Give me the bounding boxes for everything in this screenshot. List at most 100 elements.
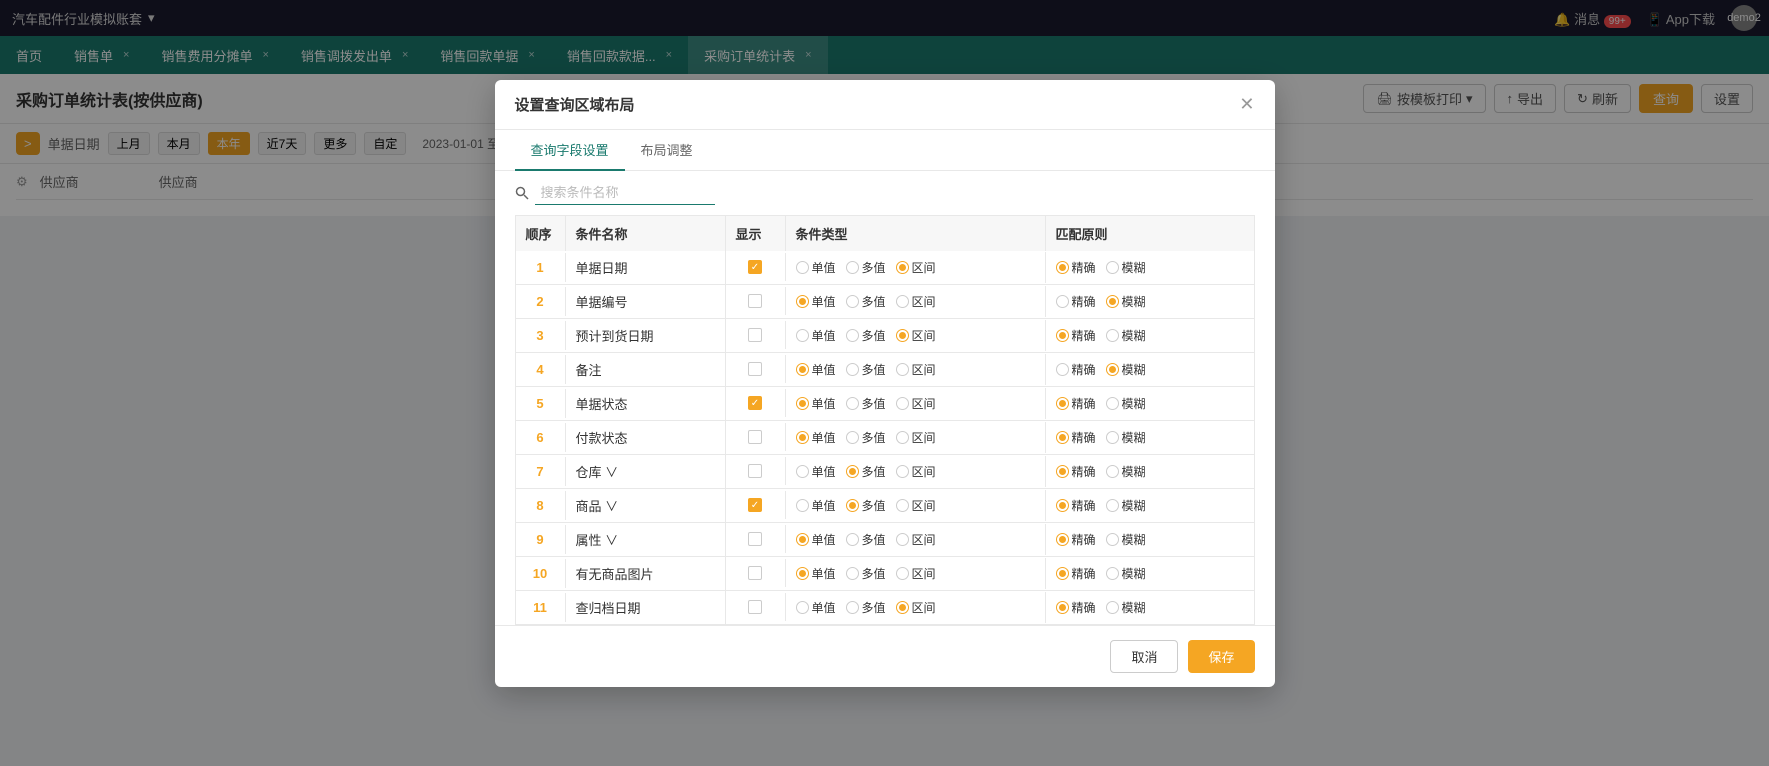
cell-show[interactable] [726,287,786,315]
radio-exact[interactable]: 精确 [1056,463,1096,480]
radio-multi[interactable]: 多值 [846,361,886,378]
radio-fuzzy[interactable]: 模糊 [1106,599,1146,616]
radio-multi[interactable]: 多值 [846,293,886,310]
cell-show[interactable] [726,457,786,485]
radio-single[interactable]: 单值 [796,361,836,378]
show-checkbox[interactable] [748,362,762,376]
tab-layout-adjust[interactable]: 布局调整 [625,130,709,171]
radio-circle-range[interactable] [896,431,909,444]
radio-circle-range[interactable] [896,533,909,546]
radio-circle-multi[interactable] [846,329,859,342]
radio-exact[interactable]: 精确 [1056,327,1096,344]
save-button[interactable]: 保存 [1188,640,1254,673]
show-checkbox[interactable] [748,464,762,478]
radio-circle-single[interactable] [796,431,809,444]
radio-circle-fuzzy[interactable] [1106,295,1119,308]
show-checkbox[interactable] [748,396,762,410]
radio-exact[interactable]: 精确 [1056,259,1096,276]
radio-circle-exact[interactable] [1056,261,1069,274]
radio-fuzzy[interactable]: 模糊 [1106,259,1146,276]
cell-show[interactable] [726,423,786,451]
radio-range[interactable]: 区间 [896,395,936,412]
radio-single[interactable]: 单值 [796,565,836,582]
radio-circle-single[interactable] [796,567,809,580]
radio-circle-fuzzy[interactable] [1106,533,1119,546]
radio-circle-fuzzy[interactable] [1106,499,1119,512]
radio-circle-multi[interactable] [846,363,859,376]
radio-circle-exact[interactable] [1056,499,1069,512]
radio-circle-fuzzy[interactable] [1106,261,1119,274]
radio-single[interactable]: 单值 [796,395,836,412]
radio-multi[interactable]: 多值 [846,531,886,548]
radio-circle-multi[interactable] [846,499,859,512]
show-checkbox[interactable] [748,498,762,512]
radio-circle-fuzzy[interactable] [1106,601,1119,614]
radio-circle-single[interactable] [796,397,809,410]
radio-circle-single[interactable] [796,533,809,546]
radio-fuzzy[interactable]: 模糊 [1106,531,1146,548]
radio-circle-exact[interactable] [1056,601,1069,614]
radio-circle-multi[interactable] [846,431,859,444]
show-checkbox[interactable] [748,566,762,580]
radio-single[interactable]: 单值 [796,293,836,310]
radio-single[interactable]: 单值 [796,327,836,344]
radio-circle-range[interactable] [896,329,909,342]
radio-circle-multi[interactable] [846,465,859,478]
radio-circle-fuzzy[interactable] [1106,397,1119,410]
radio-circle-range[interactable] [896,499,909,512]
show-checkbox[interactable] [748,294,762,308]
radio-fuzzy[interactable]: 模糊 [1106,463,1146,480]
cell-show[interactable] [726,491,786,519]
cell-show[interactable] [726,593,786,621]
radio-circle-multi[interactable] [846,601,859,614]
radio-circle-range[interactable] [896,261,909,274]
cell-show[interactable] [726,389,786,417]
radio-range[interactable]: 区间 [896,497,936,514]
radio-circle-multi[interactable] [846,533,859,546]
radio-range[interactable]: 区间 [896,463,936,480]
radio-circle-single[interactable] [796,601,809,614]
radio-circle-exact[interactable] [1056,329,1069,342]
radio-range[interactable]: 区间 [896,599,936,616]
radio-single[interactable]: 单值 [796,599,836,616]
radio-multi[interactable]: 多值 [846,259,886,276]
radio-single[interactable]: 单值 [796,463,836,480]
show-checkbox[interactable] [748,260,762,274]
radio-exact[interactable]: 精确 [1056,293,1096,310]
radio-exact[interactable]: 精确 [1056,565,1096,582]
radio-circle-single[interactable] [796,295,809,308]
radio-multi[interactable]: 多值 [846,565,886,582]
radio-exact[interactable]: 精确 [1056,531,1096,548]
radio-circle-single[interactable] [796,499,809,512]
radio-circle-multi[interactable] [846,261,859,274]
radio-range[interactable]: 区间 [896,429,936,446]
show-checkbox[interactable] [748,532,762,546]
radio-exact[interactable]: 精确 [1056,395,1096,412]
radio-multi[interactable]: 多值 [846,327,886,344]
radio-fuzzy[interactable]: 模糊 [1106,429,1146,446]
radio-single[interactable]: 单值 [796,259,836,276]
radio-circle-exact[interactable] [1056,363,1069,376]
cell-show[interactable] [726,355,786,383]
radio-range[interactable]: 区间 [896,327,936,344]
radio-circle-range[interactable] [896,295,909,308]
radio-exact[interactable]: 精确 [1056,497,1096,514]
radio-circle-exact[interactable] [1056,431,1069,444]
radio-circle-fuzzy[interactable] [1106,363,1119,376]
radio-multi[interactable]: 多值 [846,395,886,412]
search-input[interactable] [535,181,715,205]
radio-circle-fuzzy[interactable] [1106,329,1119,342]
radio-circle-exact[interactable] [1056,465,1069,478]
radio-circle-fuzzy[interactable] [1106,567,1119,580]
cell-show[interactable] [726,559,786,587]
radio-circle-exact[interactable] [1056,397,1069,410]
radio-circle-fuzzy[interactable] [1106,431,1119,444]
radio-multi[interactable]: 多值 [846,599,886,616]
radio-exact[interactable]: 精确 [1056,429,1096,446]
tab-query-fields[interactable]: 查询字段设置 [515,130,625,171]
radio-fuzzy[interactable]: 模糊 [1106,293,1146,310]
show-checkbox[interactable] [748,600,762,614]
radio-circle-single[interactable] [796,465,809,478]
radio-multi[interactable]: 多值 [846,463,886,480]
radio-fuzzy[interactable]: 模糊 [1106,327,1146,344]
